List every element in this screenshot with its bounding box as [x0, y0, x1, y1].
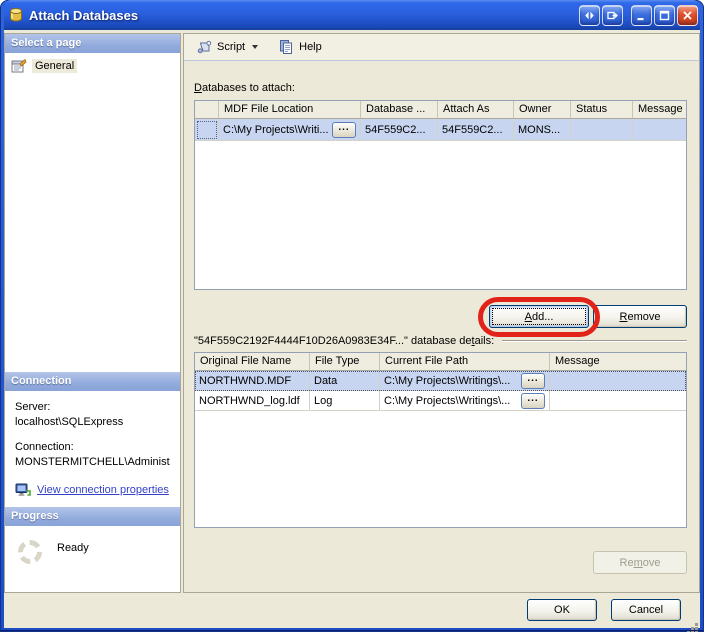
column-header-message: Message: [633, 101, 686, 119]
title-bar[interactable]: Attach Databases: [4, 0, 700, 30]
column-header-selector: [195, 101, 219, 119]
select-a-page-header: Select a page: [5, 34, 180, 53]
server-label: Server:: [15, 400, 170, 415]
attach-table-header-row: MDF File Location Database ... Attach As…: [195, 101, 686, 119]
browse-button[interactable]: ...: [332, 122, 356, 138]
progress-header: Progress: [5, 507, 180, 526]
message-cell: [550, 371, 686, 391]
select-a-page-panel: General: [5, 53, 180, 372]
database-details-label: "54F559C2192F4444F10D26A0983E34F..." dat…: [194, 335, 494, 347]
script-label: Script: [217, 41, 245, 53]
dropdown-arrow-icon: [252, 45, 258, 49]
connection-panel: Server: localhost\SQLExpress Connection:…: [5, 391, 180, 507]
server-value: localhost\SQLExpress: [15, 415, 170, 430]
owner-cell: MONS...: [514, 119, 571, 141]
details-table-header-row: Original File Name File Type Current Fil…: [195, 353, 686, 371]
connection-header: Connection: [5, 372, 180, 391]
message-cell: [633, 119, 686, 141]
original-file-name-cell: NORTHWND_log.ldf: [195, 391, 310, 411]
script-button[interactable]: Script: [190, 36, 264, 58]
general-page-content: Databases to attach: MDF File Location D…: [184, 61, 699, 592]
dock-arrows-button[interactable]: [579, 5, 600, 26]
column-header-message: Message: [550, 353, 686, 371]
original-file-name-cell: NORTHWND.MDF: [195, 371, 310, 391]
current-file-path-cell: C:\My Projects\Writings\... ...: [380, 391, 550, 411]
main-panel: Script Help Databases to a: [183, 33, 700, 593]
help-button[interactable]: Help: [272, 36, 328, 58]
browse-button[interactable]: ...: [521, 393, 545, 409]
message-cell: [550, 391, 686, 411]
table-row[interactable]: NORTHWND.MDF Data C:\My Projects\Writing…: [195, 371, 686, 391]
general-label: General: [32, 59, 77, 73]
database-cell: 54F559C2...: [361, 119, 438, 141]
toolbar: Script Help: [184, 34, 699, 61]
window-title: Attach Databases: [29, 8, 574, 23]
file-type-cell: Log: [310, 391, 380, 411]
view-connection-properties-link[interactable]: View connection properties: [37, 483, 169, 498]
column-header-original-file-name: Original File Name: [195, 353, 310, 371]
minimize-button[interactable]: [631, 5, 652, 26]
script-icon: [196, 39, 212, 55]
column-header-status: Status: [571, 101, 633, 119]
column-header-mdf-file-location: MDF File Location: [219, 101, 361, 119]
sidebar: Select a page General Connection: [4, 33, 181, 593]
column-header-current-file-path: Current File Path: [380, 353, 550, 371]
sidebar-item-general[interactable]: General: [8, 56, 177, 76]
column-header-owner: Owner: [514, 101, 571, 119]
row-selector-cell[interactable]: [195, 119, 219, 141]
undock-button[interactable]: [602, 5, 623, 26]
attach-as-cell: 54F559C2...: [438, 119, 514, 141]
file-type-cell: Data: [310, 371, 380, 391]
ok-button[interactable]: OK: [527, 599, 597, 621]
attach-databases-dialog: Attach Databases Select a page: [0, 0, 704, 632]
mdf-file-location-cell: C:\My Projects\Writi... ...: [219, 119, 361, 141]
remove-details-button[interactable]: Remove: [593, 551, 687, 574]
resize-grip[interactable]: [695, 623, 698, 626]
maximize-button[interactable]: [654, 5, 675, 26]
help-icon: [278, 39, 294, 55]
column-header-attach-as: Attach As: [438, 101, 514, 119]
connection-value: MONSTERMITCHELL\Administra: [15, 455, 170, 470]
window-controls: [579, 5, 698, 26]
database-icon: [8, 7, 24, 23]
progress-panel: Ready: [5, 526, 180, 592]
help-label: Help: [299, 41, 322, 53]
status-cell: [571, 119, 633, 141]
property-page-icon: [11, 58, 27, 74]
table-row[interactable]: C:\My Projects\Writi... ... 54F559C2... …: [195, 119, 686, 141]
remove-button[interactable]: Remove: [593, 305, 687, 328]
current-file-path-cell: C:\My Projects\Writings\... ...: [380, 371, 550, 391]
close-button[interactable]: [677, 5, 698, 26]
connection-properties-icon: [15, 483, 31, 498]
column-header-database: Database ...: [361, 101, 438, 119]
divider: [502, 340, 687, 342]
progress-spinner-icon: [18, 540, 42, 564]
database-details-table: Original File Name File Type Current Fil…: [194, 352, 687, 528]
column-header-file-type: File Type: [310, 353, 380, 371]
cancel-button[interactable]: Cancel: [611, 599, 681, 621]
databases-to-attach-table: MDF File Location Database ... Attach As…: [194, 100, 687, 290]
table-row[interactable]: NORTHWND_log.ldf Log C:\My Projects\Writ…: [195, 391, 686, 411]
add-button[interactable]: Add...: [489, 305, 589, 328]
browse-button[interactable]: ...: [521, 373, 545, 389]
databases-to-attach-label: Databases to attach:: [194, 82, 295, 94]
connection-label: Connection:: [15, 440, 170, 455]
progress-status: Ready: [57, 538, 89, 554]
